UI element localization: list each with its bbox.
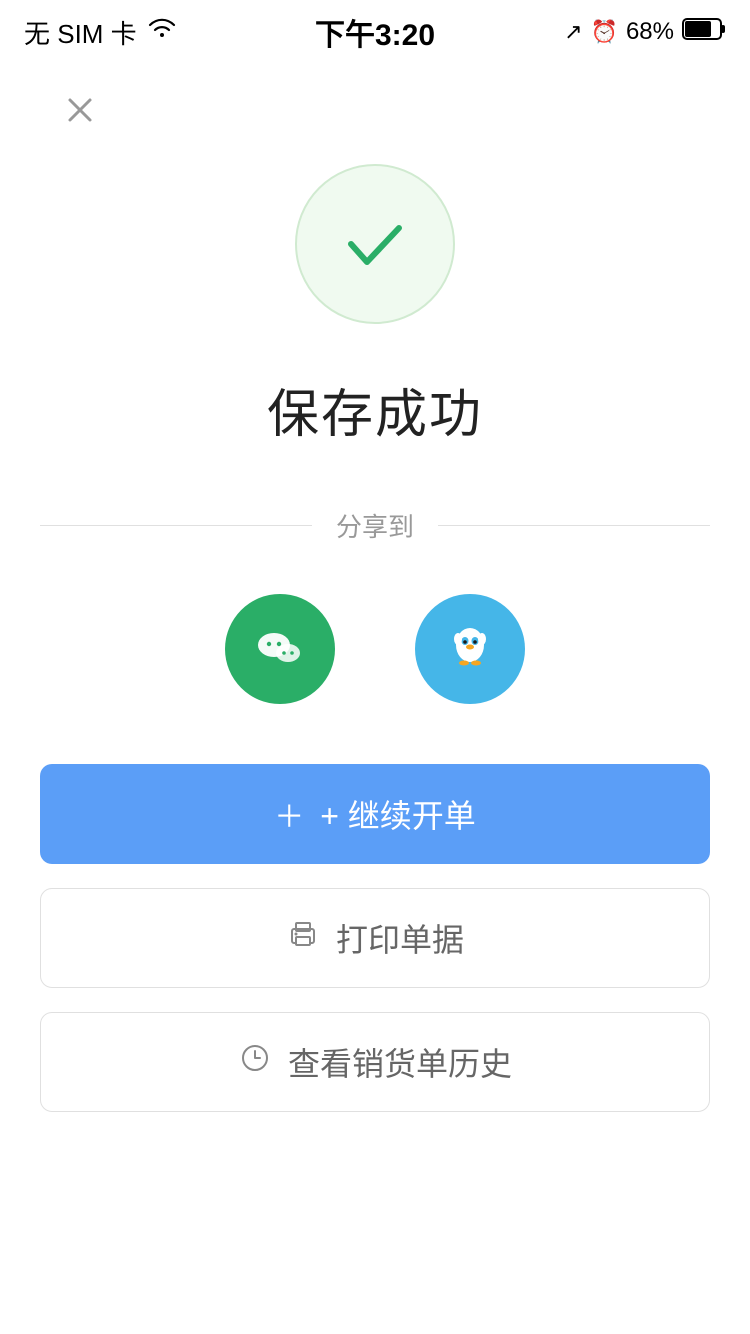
- history-button[interactable]: 查看销货单历史: [40, 1012, 710, 1112]
- history-label: 查看销货单历史: [288, 1039, 512, 1085]
- continue-button[interactable]: ＋ + 继续开单: [40, 764, 710, 864]
- success-title: 保存成功: [267, 372, 483, 447]
- share-icons: [40, 594, 710, 704]
- success-circle: [295, 164, 455, 324]
- main-content: 保存成功 分享到: [0, 64, 750, 1112]
- history-icon: [238, 1041, 272, 1083]
- battery-icon: [682, 18, 726, 47]
- share-divider: 分享到: [40, 507, 710, 544]
- print-label: 打印单据: [336, 915, 464, 961]
- location-icon: ↗: [564, 19, 582, 45]
- actions-section: ＋ + 继续开单 打印单据 查看销货单历: [0, 764, 750, 1112]
- status-indicators: ↗ ⏰ 68%: [564, 18, 726, 47]
- status-carrier: 无 SIM 卡: [24, 14, 177, 51]
- print-icon: [286, 917, 320, 959]
- plus-icon: ＋: [274, 792, 304, 836]
- share-section: 分享到: [0, 507, 750, 704]
- qq-icon: [438, 617, 502, 681]
- carrier-text: 无 SIM 卡: [24, 14, 137, 51]
- continue-label: + 继续开单: [320, 791, 476, 837]
- alarm-icon: ⏰: [591, 19, 618, 45]
- divider-right: [438, 525, 710, 526]
- wechat-share-button[interactable]: [225, 594, 335, 704]
- wifi-icon: [147, 17, 177, 48]
- battery-text: 68%: [626, 18, 674, 46]
- divider-left: [40, 525, 312, 526]
- wechat-icon: [248, 617, 312, 681]
- status-time: 下午3:20: [315, 10, 435, 54]
- checkmark-icon: [335, 204, 415, 284]
- print-button[interactable]: 打印单据: [40, 888, 710, 988]
- share-label: 分享到: [312, 507, 438, 544]
- close-button[interactable]: [50, 80, 110, 140]
- qq-share-button[interactable]: [415, 594, 525, 704]
- status-bar: 无 SIM 卡 下午3:20 ↗ ⏰ 68%: [0, 0, 750, 64]
